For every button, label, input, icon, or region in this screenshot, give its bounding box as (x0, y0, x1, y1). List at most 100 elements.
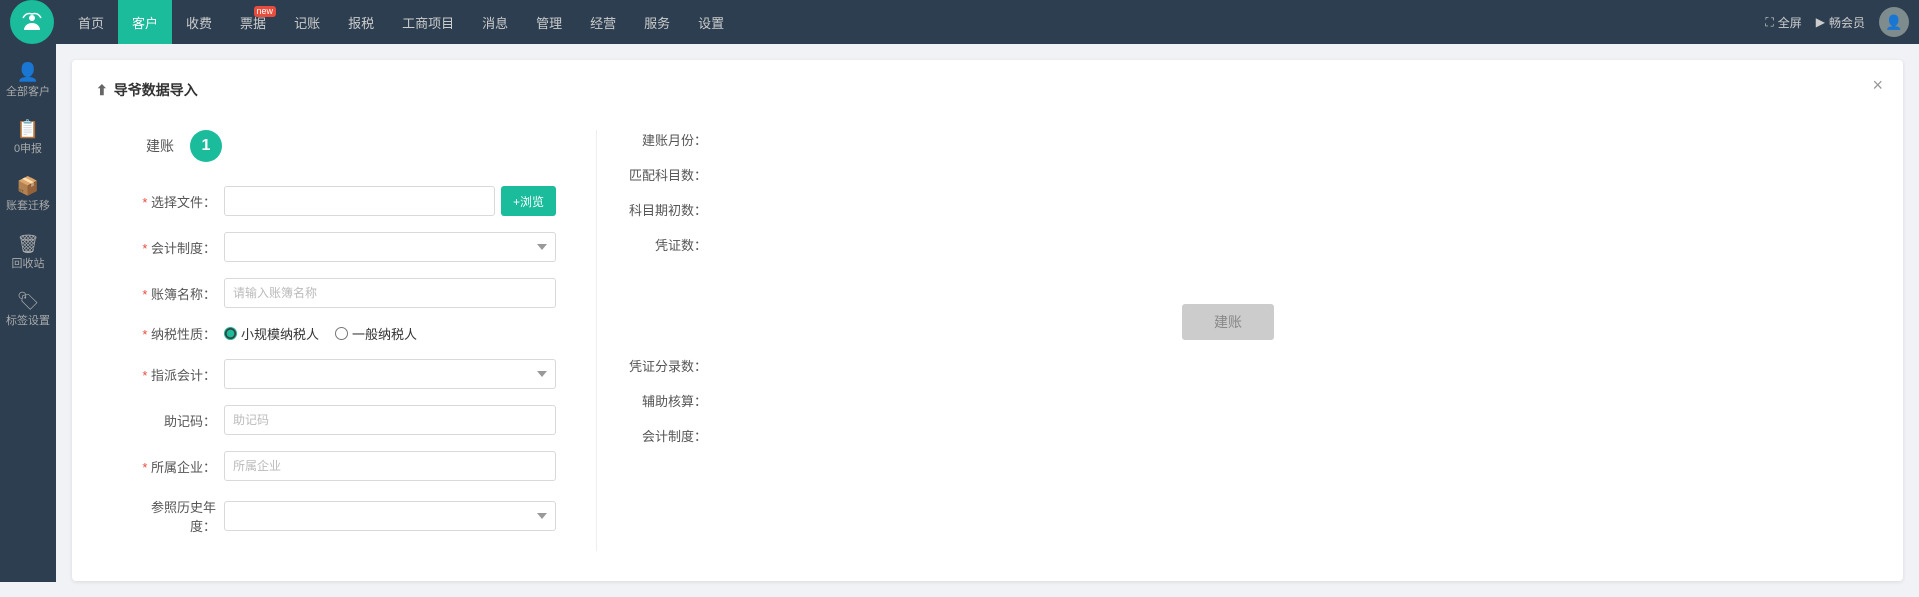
nav-item-消息[interactable]: 消息 (468, 0, 522, 44)
nav-item-票据[interactable]: 票据new (226, 0, 280, 44)
app-logo[interactable] (10, 0, 54, 44)
sidebar-item-3[interactable]: 🗑 回收站 (0, 226, 56, 279)
right-row-voucher-count: 凭证数： (617, 235, 1839, 254)
radio-general-input[interactable] (335, 327, 348, 340)
nav-items: 首页客户收费票据new记账报税工商项目消息管理经营服务设置 (64, 0, 1765, 44)
right-row-voucher-entries: 凭证分录数： (617, 356, 1839, 375)
sidebar: 👤 全部客户 📋 0申报 📦 账套迁移 🗑 回收站 🏷 标签设置 (0, 44, 56, 582)
form-right: 建账月份： 匹配科目数： 科目期初数： 凭证数： 建账 (596, 130, 1839, 551)
establish-button[interactable]: 建账 (1182, 304, 1274, 340)
nav-item-收费[interactable]: 收费 (172, 0, 226, 44)
ref-year-select[interactable] (224, 501, 556, 531)
right-label-match-subjects: 匹配科目数： (617, 165, 707, 184)
sidebar-label-4: 标签设置 (6, 315, 50, 328)
right-label-voucher-count: 凭证数： (617, 235, 707, 254)
establish-btn-wrap: 建账 (617, 284, 1839, 340)
radio-small-label: 小规模纳税人 (241, 324, 319, 343)
vip-label: 畅会员 (1829, 14, 1865, 31)
nav-item-客户[interactable]: 客户 (118, 0, 172, 44)
sidebar-item-4[interactable]: 🏷 标签设置 (0, 283, 56, 336)
form-row-ref-year: 参照历史年度： (136, 497, 556, 535)
topnav: 首页客户收费票据new记账报税工商项目消息管理经营服务设置 ⛶ 全屏 ▶ 畅会员… (0, 0, 1919, 44)
sidebar-icon-2: 📦 (17, 176, 39, 197)
badge-new: new (254, 6, 277, 17)
ledger-name-input[interactable] (224, 278, 556, 308)
nav-item-首页[interactable]: 首页 (64, 0, 118, 44)
right-row-match-subjects: 匹配科目数： (617, 165, 1839, 184)
right-row-accounting-system: 会计制度： (617, 426, 1839, 445)
nav-item-管理[interactable]: 管理 (522, 0, 576, 44)
form-row-file: 选择文件： +浏览 (136, 186, 556, 216)
label-accounting-system: 会计制度： (136, 238, 216, 257)
file-input-group: +浏览 (224, 186, 556, 216)
card-title-text: 导爷数据导入 (114, 80, 198, 100)
right-label-establish-month: 建账月份： (617, 130, 707, 149)
company-input[interactable] (224, 451, 556, 481)
label-ref-year: 参照历史年度： (136, 497, 216, 535)
right-row-establish-month: 建账月份： (617, 130, 1839, 149)
right-label-auxiliary: 辅助核算： (617, 391, 707, 410)
sidebar-icon-0: 👤 (17, 62, 39, 83)
vip-button[interactable]: ▶ 畅会员 (1816, 14, 1865, 31)
form-row-accountant: 指派会计： (136, 359, 556, 389)
step-circle: 1 (190, 130, 222, 162)
sidebar-label-2: 账套迁移 (6, 200, 50, 213)
close-button[interactable]: × (1872, 76, 1883, 94)
label-ledger-name: 账簿名称： (136, 284, 216, 303)
card-title: ⬆ 导爷数据导入 (96, 80, 1879, 100)
step-row: 建账 1 (136, 130, 556, 162)
sidebar-item-0[interactable]: 👤 全部客户 (0, 54, 56, 107)
sidebar-icon-3: 🗑 (17, 234, 40, 255)
avatar[interactable]: 👤 (1879, 7, 1909, 37)
nav-item-工商项目[interactable]: 工商项目 (388, 0, 468, 44)
main-card: ⬆ 导爷数据导入 × 建账 1 选择文件： +浏览 (72, 60, 1903, 581)
label-company: 所属企业： (136, 457, 216, 476)
form-row-memo: 助记码： (136, 405, 556, 435)
right-label-voucher-entries: 凭证分录数： (617, 356, 707, 375)
label-assign-accountant: 指派会计： (136, 365, 216, 384)
sidebar-item-2[interactable]: 📦 账套迁移 (0, 168, 56, 221)
sidebar-label-3: 回收站 (12, 258, 45, 271)
memo-code-input[interactable] (224, 405, 556, 435)
nav-item-报税[interactable]: 报税 (334, 0, 388, 44)
topnav-right: ⛶ 全屏 ▶ 畅会员 👤 (1765, 7, 1909, 37)
form-row-accounting: 会计制度： (136, 232, 556, 262)
radio-small-input[interactable] (224, 327, 237, 340)
browse-button[interactable]: +浏览 (501, 186, 556, 216)
label-select-file: 选择文件： (136, 192, 216, 211)
form-left: 建账 1 选择文件： +浏览 会计制度： (136, 130, 556, 551)
nav-item-记账[interactable]: 记账 (280, 0, 334, 44)
main-area: ⬆ 导爷数据导入 × 建账 1 选择文件： +浏览 (56, 44, 1919, 597)
form-row-ledger: 账簿名称： (136, 278, 556, 308)
sidebar-icon-4: 🏷 (17, 291, 40, 312)
radio-general-taxpayer[interactable]: 一般纳税人 (335, 324, 417, 343)
vip-icon: ▶ (1816, 15, 1825, 29)
fullscreen-label: 全屏 (1778, 14, 1802, 31)
nav-item-设置[interactable]: 设置 (684, 0, 738, 44)
sidebar-label-1: 0申报 (14, 143, 42, 156)
sidebar-label-0: 全部客户 (6, 86, 50, 99)
form-row-company: 所属企业： (136, 451, 556, 481)
step-label: 建账 (146, 136, 174, 156)
nav-item-经营[interactable]: 经营 (576, 0, 630, 44)
radio-small-taxpayer[interactable]: 小规模纳税人 (224, 324, 319, 343)
file-input[interactable] (224, 186, 495, 216)
label-tax-type: 纳税性质： (136, 324, 216, 343)
nav-item-服务[interactable]: 服务 (630, 0, 684, 44)
right-row-auxiliary: 辅助核算： (617, 391, 1839, 410)
sidebar-icon-1: 📋 (17, 119, 39, 140)
label-memo-code: 助记码： (136, 411, 216, 430)
fullscreen-button[interactable]: ⛶ 全屏 (1765, 14, 1801, 31)
tax-radio-group: 小规模纳税人 一般纳税人 (224, 324, 556, 343)
fullscreen-icon: ⛶ (1765, 15, 1773, 30)
accounting-system-select[interactable] (224, 232, 556, 262)
form-row-tax: 纳税性质： 小规模纳税人 一般纳税人 (136, 324, 556, 343)
assign-accountant-select[interactable] (224, 359, 556, 389)
radio-general-label: 一般纳税人 (352, 324, 417, 343)
right-label-accounting-system-right: 会计制度： (617, 426, 707, 445)
form-container: 建账 1 选择文件： +浏览 会计制度： (96, 120, 1879, 561)
right-label-subject-initial: 科目期初数： (617, 200, 707, 219)
sidebar-item-1[interactable]: 📋 0申报 (0, 111, 56, 164)
card-title-icon: ⬆ (96, 82, 108, 99)
right-row-subject-initial: 科目期初数： (617, 200, 1839, 219)
